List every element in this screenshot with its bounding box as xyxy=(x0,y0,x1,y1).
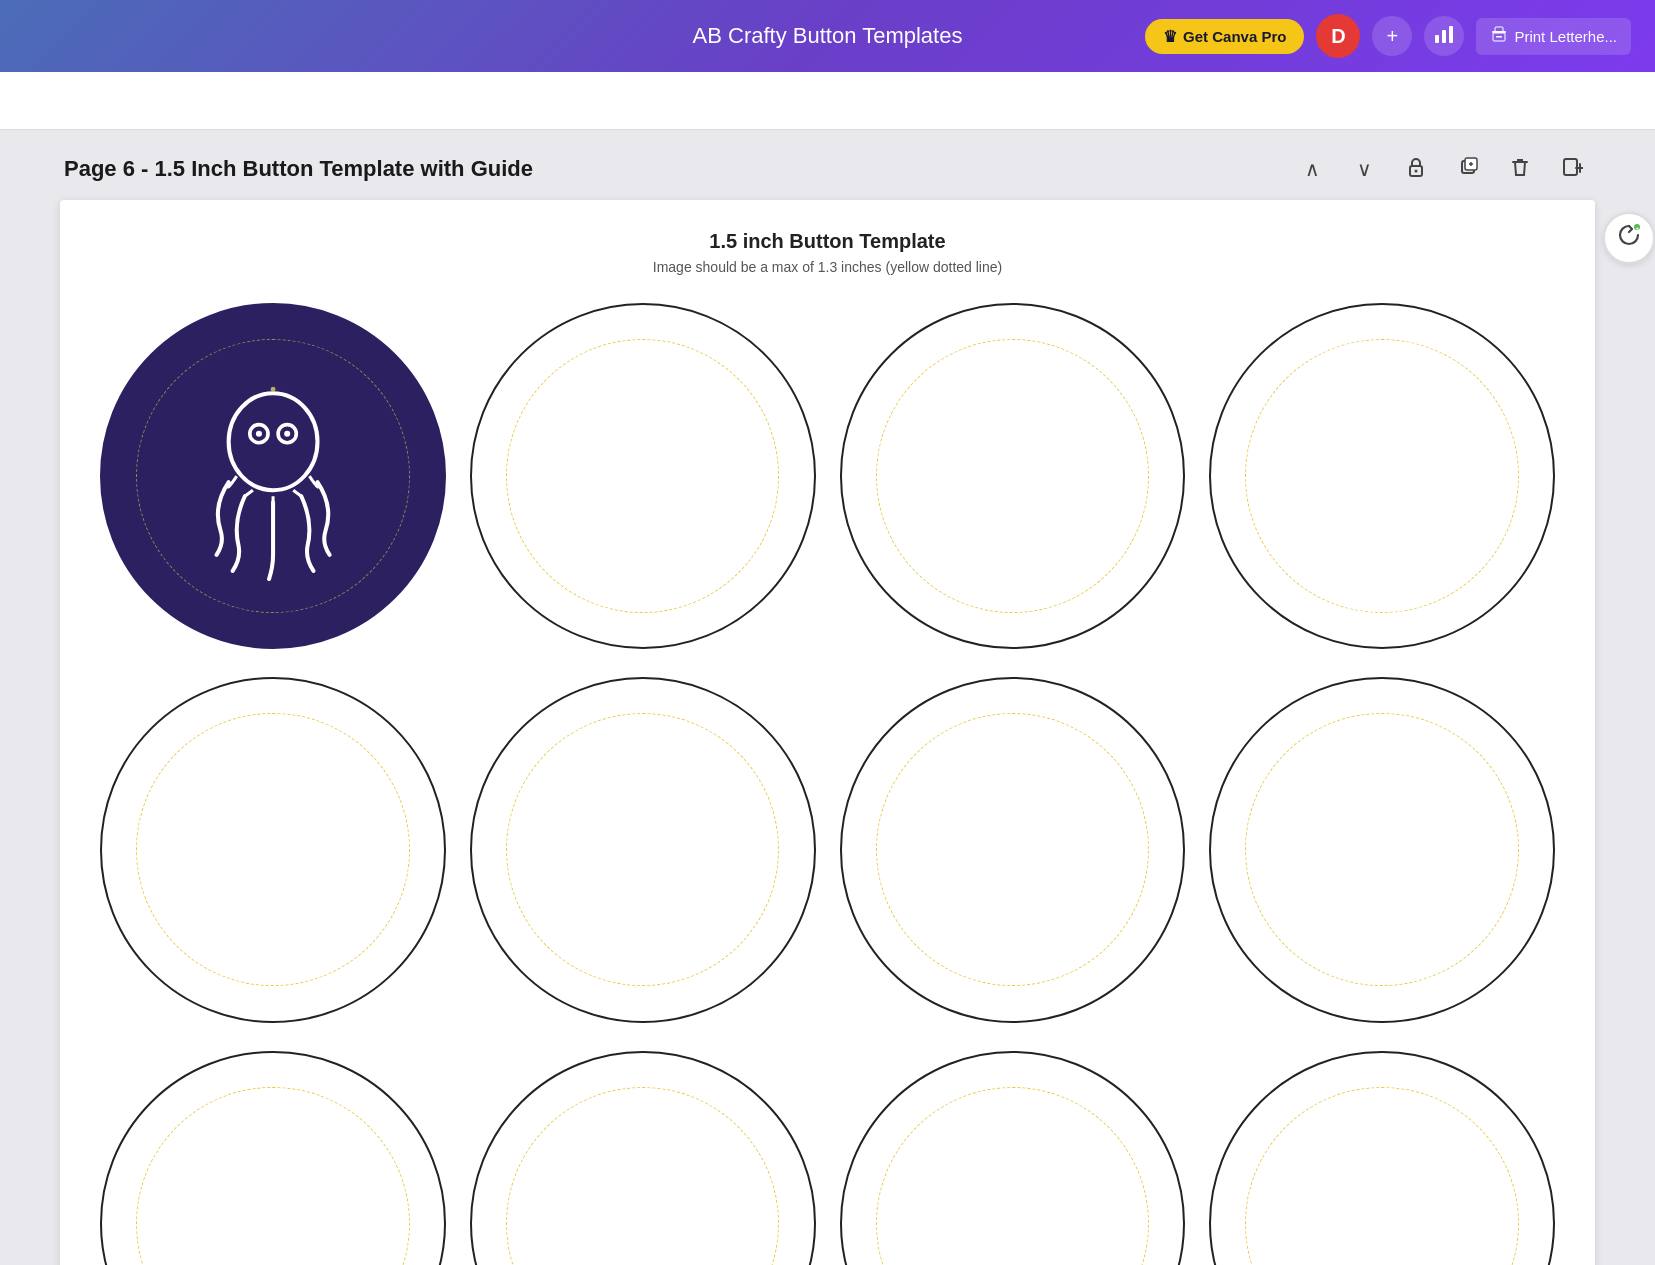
button-template-1[interactable] xyxy=(100,303,446,649)
refresh-button[interactable]: + xyxy=(1603,212,1655,264)
button-template-8[interactable] xyxy=(1209,677,1555,1023)
guide-circle-8 xyxy=(1245,713,1518,986)
button-template-9[interactable] xyxy=(100,1051,446,1266)
guide-circle-6 xyxy=(506,713,779,986)
button-grid xyxy=(100,303,1555,1265)
button-template-10[interactable] xyxy=(470,1051,816,1266)
guide-circle-11 xyxy=(876,1087,1149,1265)
guide-circle-10 xyxy=(506,1087,779,1265)
avatar[interactable]: D xyxy=(1316,14,1360,58)
svg-point-8 xyxy=(1415,169,1418,172)
svg-rect-13 xyxy=(1564,159,1577,175)
button-template-12[interactable] xyxy=(1209,1051,1555,1266)
svg-point-23 xyxy=(270,387,275,392)
guide-circle-4 xyxy=(1245,339,1518,612)
svg-rect-2 xyxy=(1449,26,1453,43)
print-button[interactable]: Print Letterhe... xyxy=(1476,18,1631,55)
canvas: + 1.5 inch Button Template Image should … xyxy=(60,200,1595,1265)
svg-rect-0 xyxy=(1435,35,1439,43)
svg-rect-6 xyxy=(1496,36,1502,38)
crown-icon: ♛ xyxy=(1163,27,1177,46)
canvas-subtitle: Image should be a max of 1.3 inches (yel… xyxy=(100,259,1555,275)
plus-icon: + xyxy=(1387,25,1399,48)
guide-circle-2 xyxy=(506,339,779,612)
down-arrow-icon: ∨ xyxy=(1357,157,1372,181)
duplicate-button[interactable] xyxy=(1449,150,1487,188)
delete-button[interactable] xyxy=(1501,150,1539,188)
move-up-button[interactable]: ∧ xyxy=(1293,150,1331,188)
up-arrow-icon: ∧ xyxy=(1305,157,1320,181)
trash-icon xyxy=(1509,156,1531,183)
lock-icon xyxy=(1405,156,1427,183)
svg-rect-1 xyxy=(1442,30,1446,43)
toolbar-strip xyxy=(0,72,1655,130)
navbar: AB Crafty Button Templates ♛ Get Canva P… xyxy=(0,0,1655,72)
chart-icon xyxy=(1433,23,1455,50)
button-template-11[interactable] xyxy=(840,1051,1186,1266)
guide-circle-5 xyxy=(136,713,409,986)
button-template-7[interactable] xyxy=(840,677,1186,1023)
add-button[interactable]: + xyxy=(1372,16,1412,56)
duplicate-icon xyxy=(1457,156,1479,183)
button-template-2[interactable] xyxy=(470,303,816,649)
refresh-icon: + xyxy=(1616,222,1642,254)
page-header: Page 6 - 1.5 Inch Button Template with G… xyxy=(60,150,1595,188)
svg-text:+: + xyxy=(1636,225,1640,231)
svg-point-22 xyxy=(284,430,290,436)
add-page-button[interactable] xyxy=(1553,150,1591,188)
page-title: Page 6 - 1.5 Inch Button Template with G… xyxy=(64,156,1279,182)
guide-circle-9 xyxy=(136,1087,409,1265)
navbar-right: ♛ Get Canva Pro D + xyxy=(1145,14,1631,58)
button-template-5[interactable] xyxy=(100,677,446,1023)
button-template-6[interactable] xyxy=(470,677,816,1023)
print-label: Print Letterhe... xyxy=(1514,28,1617,45)
svg-point-18 xyxy=(228,393,317,490)
canvas-title: 1.5 inch Button Template xyxy=(100,230,1555,253)
main-content: Page 6 - 1.5 Inch Button Template with G… xyxy=(0,130,1655,1265)
lock-button[interactable] xyxy=(1397,150,1435,188)
guide-circle-3 xyxy=(876,339,1149,612)
svg-point-21 xyxy=(256,430,262,436)
octopus-image xyxy=(162,365,384,587)
print-icon xyxy=(1490,26,1508,47)
button-template-4[interactable] xyxy=(1209,303,1555,649)
guide-circle-7 xyxy=(876,713,1149,986)
guide-circle-12 xyxy=(1245,1087,1518,1265)
canva-pro-label: Get Canva Pro xyxy=(1183,28,1286,45)
move-down-button[interactable]: ∨ xyxy=(1345,150,1383,188)
navbar-title: AB Crafty Button Templates xyxy=(693,23,963,49)
button-template-3[interactable] xyxy=(840,303,1186,649)
analytics-button[interactable] xyxy=(1424,16,1464,56)
canva-pro-button[interactable]: ♛ Get Canva Pro xyxy=(1145,19,1304,54)
add-page-icon xyxy=(1561,156,1583,183)
